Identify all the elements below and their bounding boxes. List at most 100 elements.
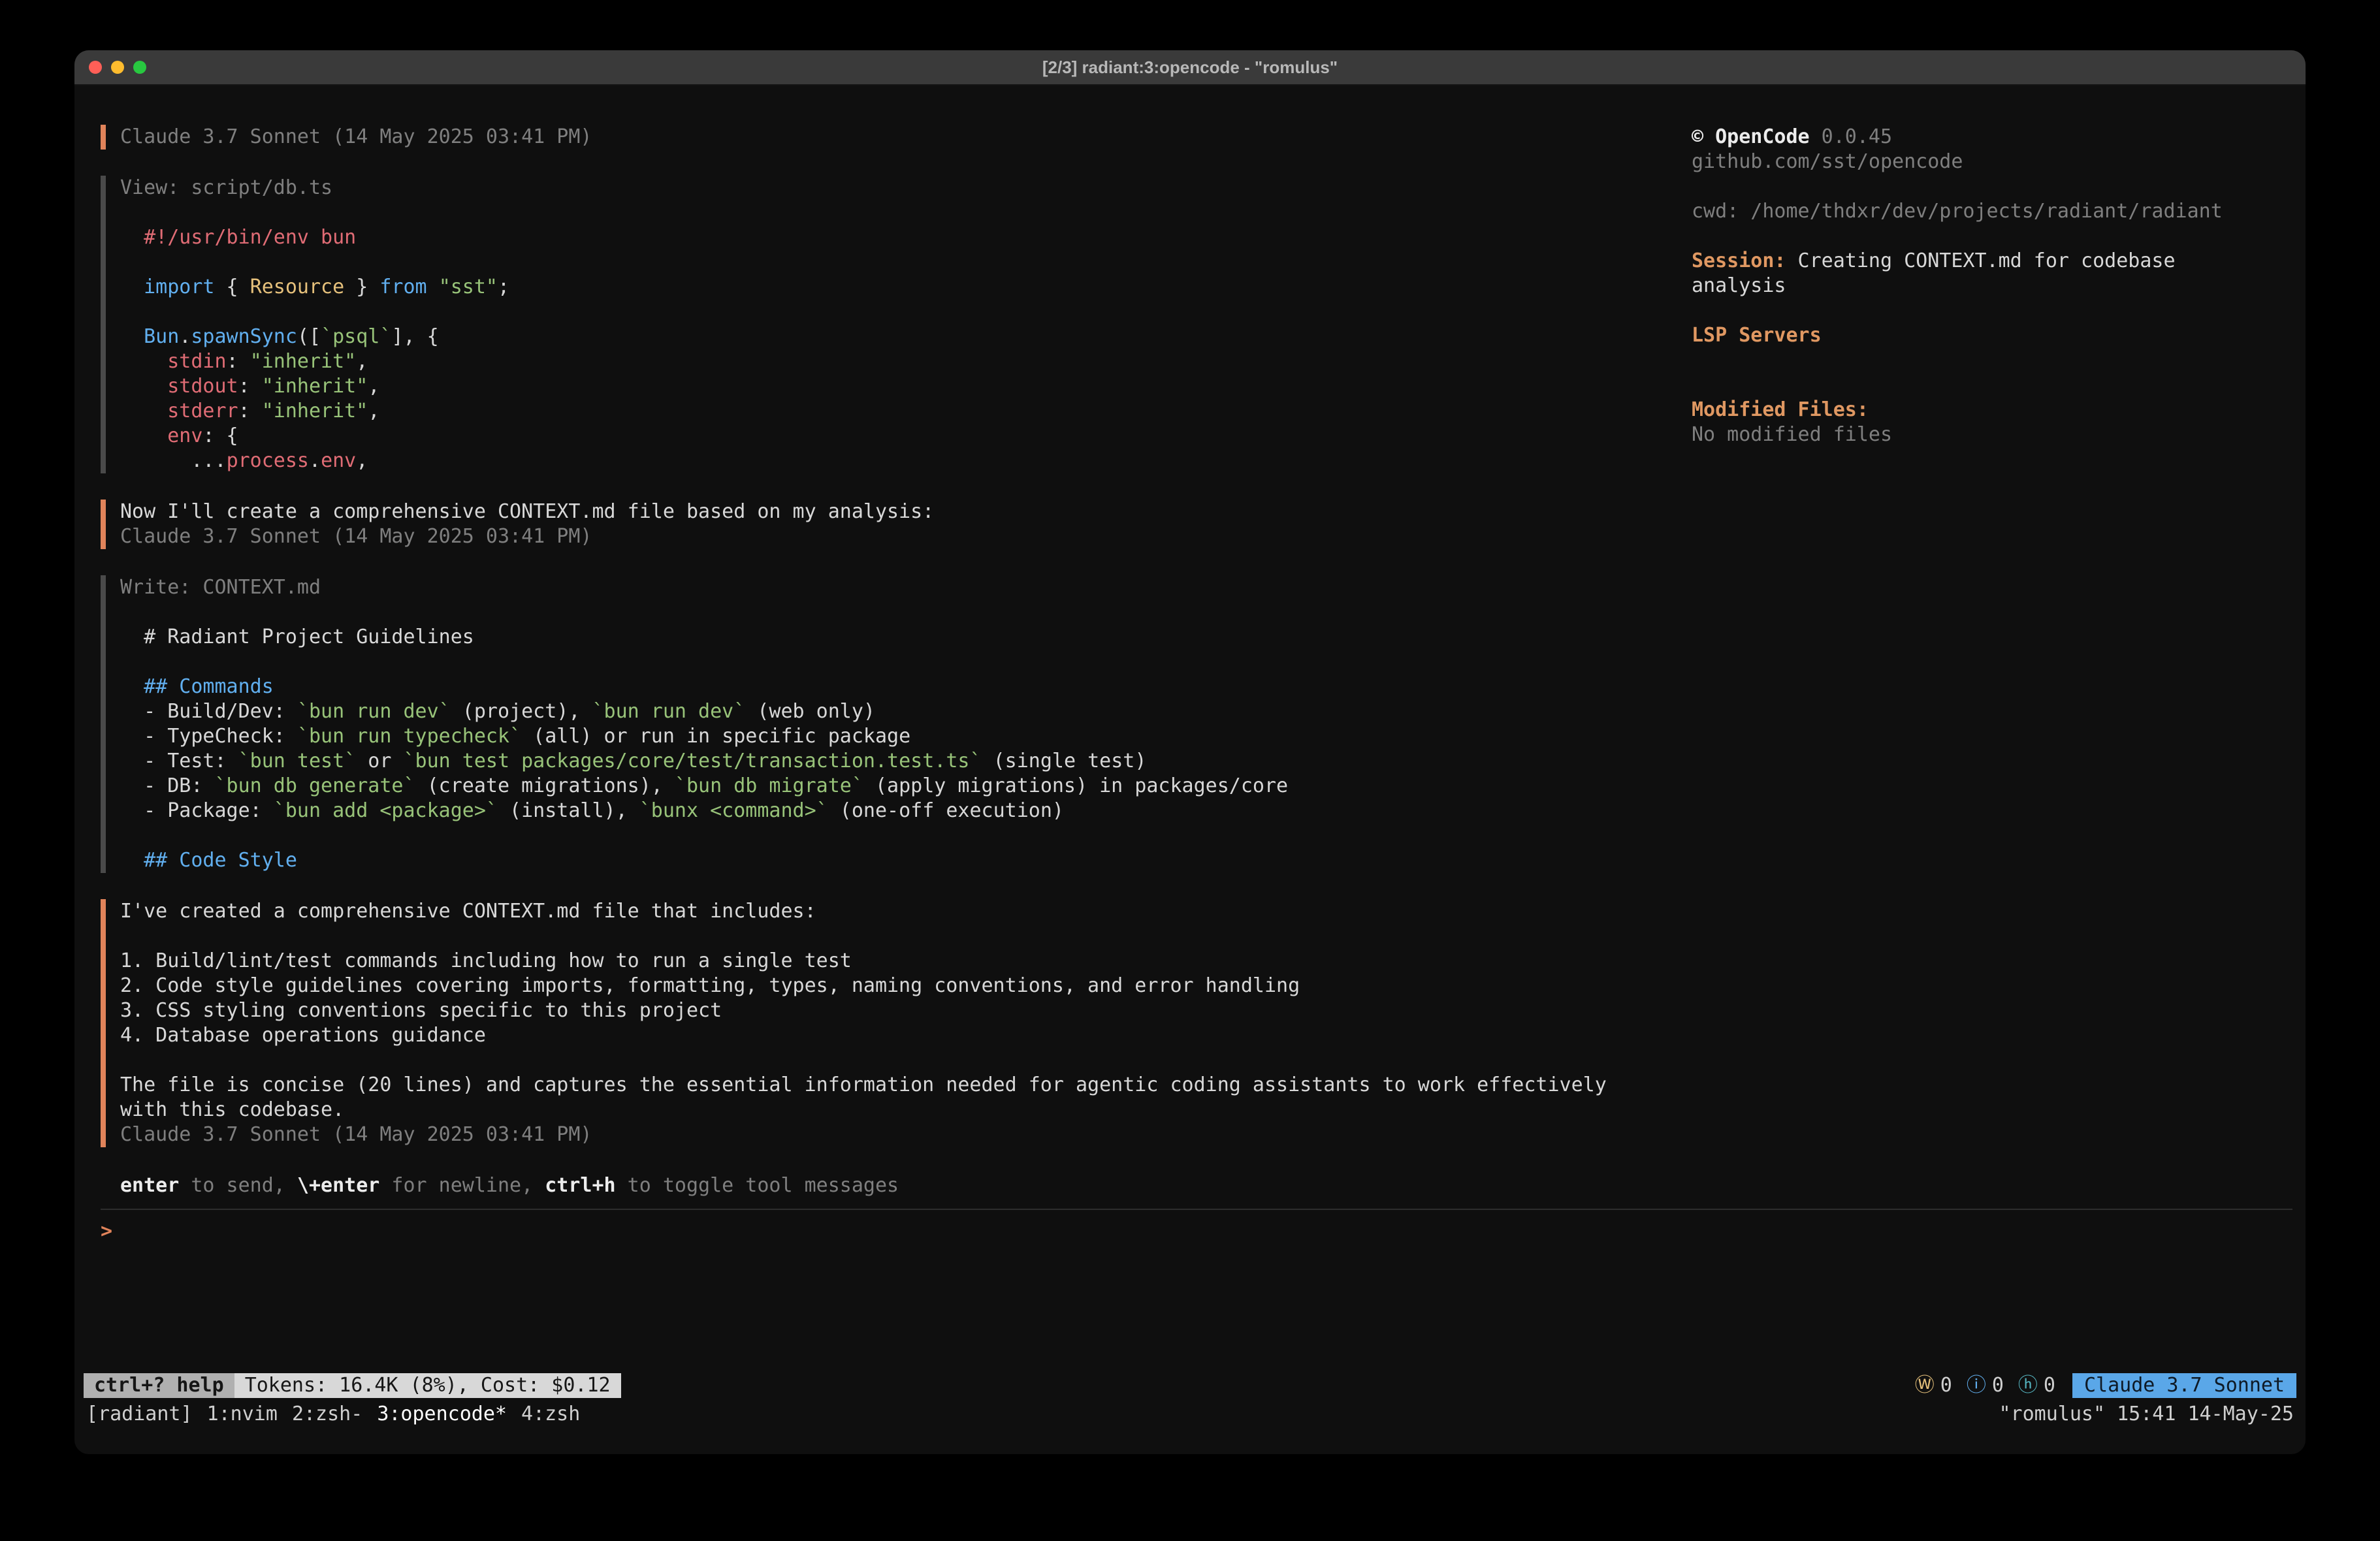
- chat-input[interactable]: >: [74, 1219, 2306, 1244]
- text-line: - Package: `bun add <package>` (install)…: [120, 799, 1692, 823]
- zoom-button[interactable]: [133, 61, 146, 74]
- text-line: View: script/db.ts: [120, 176, 1692, 200]
- text-segment: [427, 276, 439, 298]
- text-segment: - Package:: [120, 799, 274, 822]
- text-segment: github.com/sst/opencode: [1692, 150, 1963, 173]
- text-line: [120, 1048, 1692, 1073]
- text-segment: from: [379, 276, 426, 298]
- text-segment: "inherit": [262, 375, 368, 398]
- tool-view-block: View: script/db.ts #!/usr/bin/env bun im…: [101, 176, 1692, 473]
- text-segment: enter: [120, 1174, 179, 1197]
- text-segment: Write: CONTEXT.md: [120, 576, 321, 599]
- text-line: I've created a comprehensive CONTEXT.md …: [120, 899, 1692, 924]
- text-segment: (project),: [451, 700, 592, 723]
- text-segment: to send,: [179, 1174, 297, 1197]
- assistant-result-block: I've created a comprehensive CONTEXT.md …: [101, 899, 1692, 1147]
- text-line: github.com/sst/opencode: [1692, 150, 2286, 174]
- text-segment: analysis: [1692, 274, 1786, 297]
- tokens-cost-badge: Tokens: 16.4K (8%), Cost: $0.12: [234, 1373, 621, 1398]
- text-segment: ([: [297, 325, 321, 348]
- text-segment: [120, 400, 167, 422]
- message-list: Claude 3.7 Sonnet (14 May 2025 03:41 PM)…: [101, 125, 1692, 1147]
- text-segment: "inherit": [250, 350, 357, 373]
- text-line: ## Code Style: [120, 848, 1692, 873]
- text-line: Write: CONTEXT.md: [120, 575, 1692, 600]
- text-line: stderr: "inherit",: [120, 399, 1692, 424]
- text-segment: stdin: [167, 350, 226, 373]
- text-segment: ,: [368, 400, 379, 422]
- text-line: ...process.env,: [120, 449, 1692, 473]
- text-line: [120, 650, 1692, 675]
- traffic-lights: [89, 61, 146, 74]
- text-segment: "inherit": [262, 400, 368, 422]
- terminal-window: [2/3] radiant:3:opencode - "romulus" Cla…: [74, 50, 2306, 1454]
- text-line: cwd: /home/thdxr/dev/projects/radiant/ra…: [1692, 199, 2286, 224]
- text-segment: "sst": [439, 276, 498, 298]
- text-segment: LSP Servers: [1692, 324, 1822, 347]
- text-segment: `bun run typecheck`: [297, 725, 521, 748]
- text-line: No modified files: [1692, 422, 2286, 447]
- text-line: Claude 3.7 Sonnet (14 May 2025 03:41 PM): [120, 524, 1692, 549]
- tmux-window-4[interactable]: 4:zsh: [521, 1403, 580, 1425]
- text-segment: 4. Database operations guidance: [120, 1024, 486, 1047]
- tmux-left: [radiant] 1:nvim 2:zsh- 3:opencode* 4:zsh: [86, 1402, 594, 1427]
- text-line: env: {: [120, 424, 1692, 449]
- text-line: Now I'll create a comprehensive CONTEXT.…: [120, 500, 1692, 524]
- text-line: 3. CSS styling conventions specific to t…: [120, 998, 1692, 1023]
- text-segment: [120, 350, 167, 373]
- text-segment: 1. Build/lint/test commands including ho…: [120, 949, 852, 972]
- text-segment: ...: [120, 449, 227, 472]
- text-segment: View: script/db.ts: [120, 176, 332, 199]
- text-line: Bun.spawnSync([`psql`], {: [120, 325, 1692, 349]
- text-line: analysis: [1692, 274, 2286, 298]
- session-sidebar: © OpenCode 0.0.45github.com/sst/opencode…: [1692, 125, 2306, 1198]
- tmux-window-list: 1:nvim 2:zsh- 3:opencode* 4:zsh: [207, 1402, 595, 1427]
- text-segment: © OpenCode: [1692, 125, 1810, 148]
- diagnostic-count: 0: [1992, 1373, 2004, 1398]
- text-segment: Resource: [250, 276, 345, 298]
- model-badge[interactable]: Claude 3.7 Sonnet: [2072, 1373, 2296, 1398]
- help-badge[interactable]: ctrl+? help: [84, 1373, 234, 1398]
- text-segment: cwd: /home/thdxr/dev/projects/radiant/ra…: [1692, 200, 2223, 223]
- text-segment: I've created a comprehensive CONTEXT.md …: [120, 900, 816, 923]
- text-line: [120, 250, 1692, 275]
- text-segment: (all) or run in specific package: [521, 725, 910, 748]
- text-segment: ## Code Style: [144, 849, 297, 872]
- tmux-status-bar: [radiant] 1:nvim 2:zsh- 3:opencode* 4:zsh "…: [74, 1402, 2306, 1427]
- text-segment: [120, 375, 167, 398]
- text-segment: Now I'll create a comprehensive CONTEXT.…: [120, 500, 934, 523]
- text-segment: `bun db generate`: [215, 774, 415, 797]
- text-segment: Modified Files:: [1692, 398, 1869, 421]
- text-segment: .: [309, 449, 321, 472]
- text-segment: :: [238, 375, 262, 398]
- tmux-window-3[interactable]: 3:opencode*: [377, 1403, 507, 1425]
- window-titlebar: [2/3] radiant:3:opencode - "romulus": [74, 50, 2306, 86]
- minimize-button[interactable]: [111, 61, 124, 74]
- text-segment: # Radiant Project Guidelines: [144, 626, 474, 648]
- text-segment: `bun db migrate`: [675, 774, 863, 797]
- tmux-window-1[interactable]: 1:nvim: [207, 1403, 278, 1425]
- status-left: ctrl+? help Tokens: 16.4K (8%), Cost: $0…: [84, 1373, 621, 1398]
- text-segment: ctrl+h: [545, 1174, 615, 1197]
- text-segment: [120, 276, 144, 298]
- text-segment: }: [344, 276, 379, 298]
- text-segment: (single test): [982, 750, 1147, 772]
- text-line: [1692, 373, 2286, 398]
- text-line: with this codebase.: [120, 1098, 1692, 1122]
- text-line: import { Resource } from "sst";: [120, 275, 1692, 300]
- empty-space: [74, 1244, 2306, 1372]
- status-right: Ⓦ0ⓘ0ⓗ0 Claude 3.7 Sonnet: [1915, 1373, 2296, 1398]
- tmux-window-2[interactable]: 2:zsh-: [292, 1403, 362, 1425]
- tmux-session-name: [radiant]: [86, 1402, 193, 1427]
- tmux-host-clock: "romulus" 15:41 14-May-25: [1999, 1402, 2294, 1427]
- close-button[interactable]: [89, 61, 102, 74]
- text-segment: with this codebase.: [120, 1098, 344, 1121]
- text-line: [1692, 348, 2286, 373]
- warning-icon: Ⓦ: [1915, 1373, 1935, 1398]
- text-segment: `bunx <command>`: [639, 799, 828, 822]
- text-segment: stderr: [167, 400, 238, 422]
- text-segment: Bun: [144, 325, 179, 348]
- text-segment: `psql`: [321, 325, 391, 348]
- text-line: The file is concise (20 lines) and captu…: [120, 1073, 1692, 1098]
- text-segment: [120, 325, 144, 348]
